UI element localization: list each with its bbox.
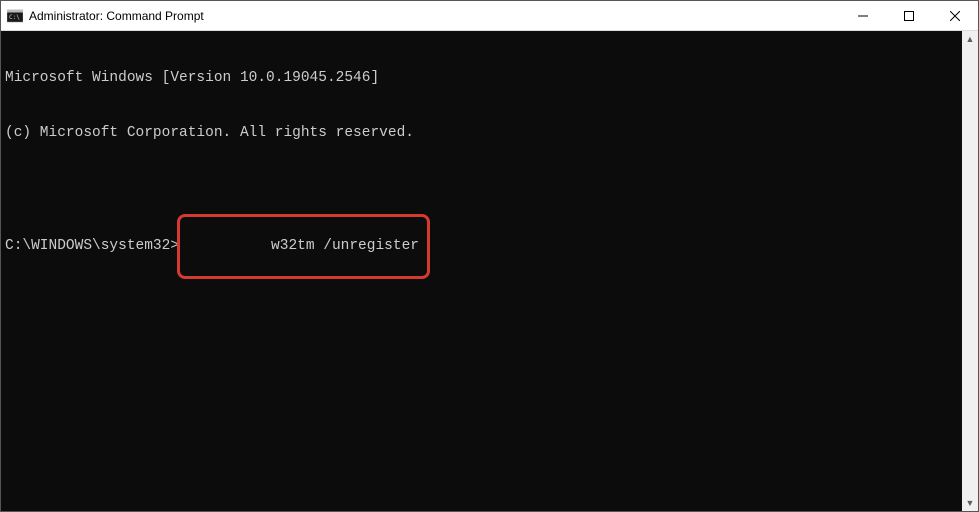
svg-text:C:\: C:\ [9, 14, 20, 21]
scroll-up-button[interactable]: ▲ [962, 31, 978, 47]
prompt-line: C:\WINDOWS\system32> w32tm /unregister [5, 214, 958, 278]
command-highlight: w32tm /unregister [177, 214, 430, 278]
terminal-output[interactable]: Microsoft Windows [Version 10.0.19045.25… [1, 31, 962, 511]
version-line: Microsoft Windows [Version 10.0.19045.25… [5, 69, 958, 87]
cmd-icon: C:\ [7, 8, 23, 24]
vertical-scrollbar[interactable]: ▲ ▼ [962, 31, 978, 511]
close-button[interactable] [932, 1, 978, 30]
scroll-track[interactable] [962, 47, 978, 495]
titlebar[interactable]: C:\ Administrator: Command Prompt [1, 1, 978, 31]
content-area: Microsoft Windows [Version 10.0.19045.25… [1, 31, 978, 511]
command-text: w32tm /unregister [271, 238, 419, 254]
copyright-line: (c) Microsoft Corporation. All rights re… [5, 124, 958, 142]
window-controls [840, 1, 978, 30]
maximize-button[interactable] [886, 1, 932, 30]
minimize-button[interactable] [840, 1, 886, 30]
window-title: Administrator: Command Prompt [29, 9, 840, 23]
command-prompt-window: C:\ Administrator: Command Prompt Micros… [0, 0, 979, 512]
scroll-down-button[interactable]: ▼ [962, 495, 978, 511]
prompt-path: C:\WINDOWS\system32> [5, 237, 179, 255]
